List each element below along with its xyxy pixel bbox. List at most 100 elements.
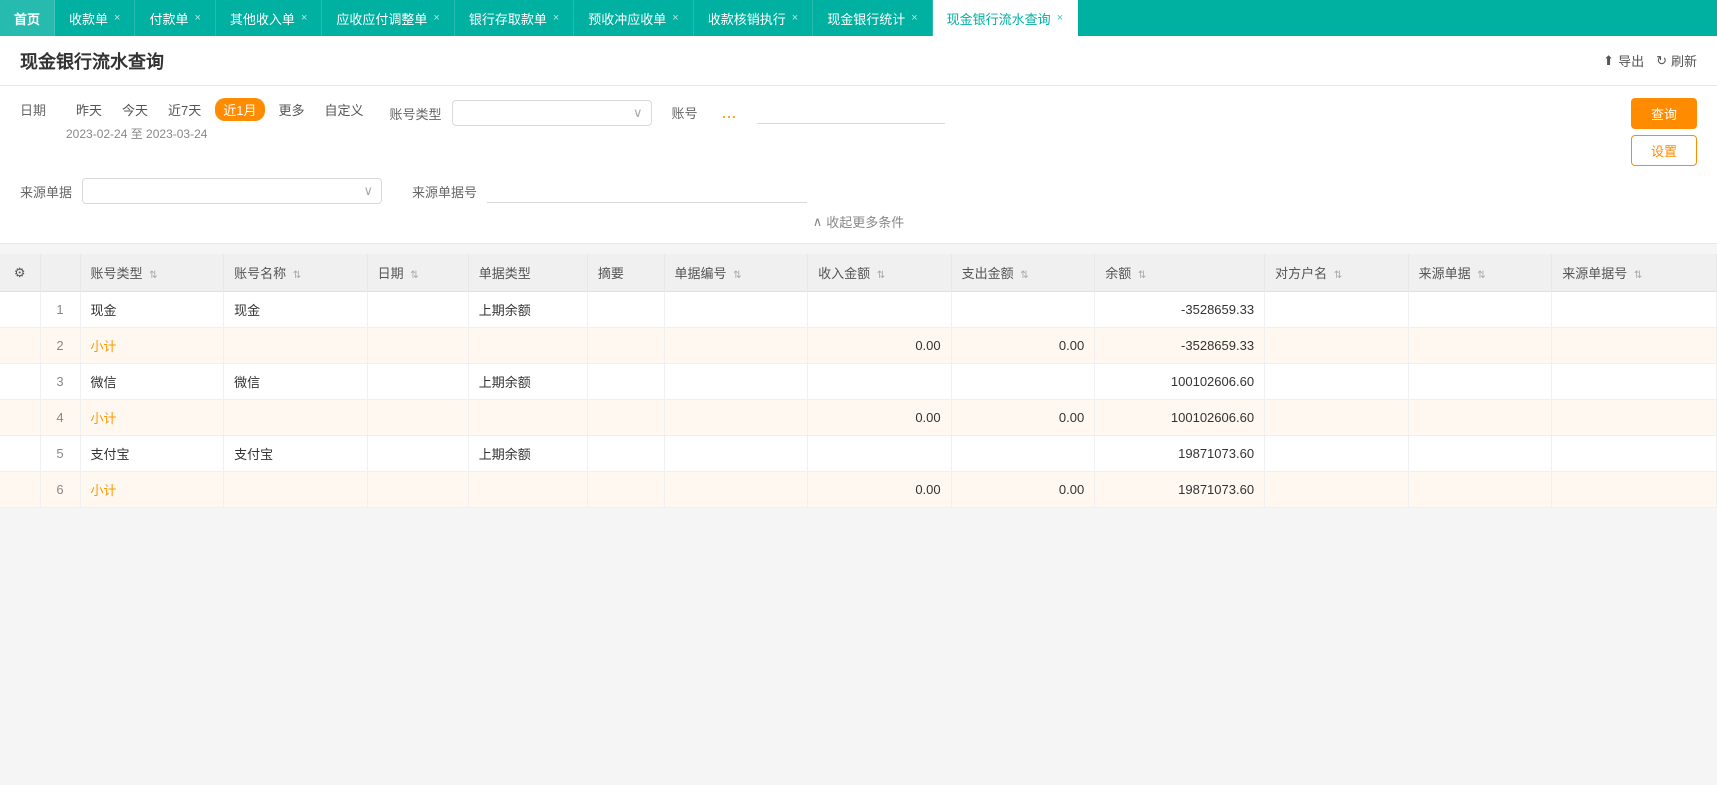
table-header-row: ⚙ 账号类型 ⇅ 账号名称 ⇅ 日期 ⇅ 单据类型 [0,254,1717,292]
nav-item-home[interactable]: 首页 [0,0,55,36]
nav-cash-flow-label: 现金银行流水查询 [947,9,1051,28]
nav-bank-deposit-close[interactable]: × [553,12,559,24]
gear-icon: ⚙ [14,265,26,280]
account-type-label: 账号类型 [390,104,442,123]
nav-other-income-close[interactable]: × [301,12,307,24]
sort-icon-counterpart: ⇅ [1334,270,1342,281]
nav-bank-deposit-label: 银行存取款单 [469,9,547,28]
refresh-label: 刷新 [1671,51,1697,70]
nav-item-prepay-offset[interactable]: 预收冲应收单 × [574,0,693,36]
account-type-chevron: ∨ [633,105,643,121]
source-doc-label: 来源单据 [20,182,72,201]
account-filter: 账号 ... [672,100,945,124]
account-type-select[interactable]: ∨ [452,100,652,126]
nav-receipt-close[interactable]: × [114,12,120,24]
refresh-icon: ↻ [1656,53,1667,69]
export-label: 导出 [1618,51,1644,70]
query-button[interactable]: 查询 [1631,98,1697,129]
header-actions: ⬆ 导出 ↻ 刷新 [1603,51,1697,70]
th-gear[interactable]: ⚙ [0,254,40,292]
data-table: ⚙ 账号类型 ⇅ 账号名称 ⇅ 日期 ⇅ 单据类型 [0,254,1717,508]
page-header: 现金银行流水查询 ⬆ 导出 ↻ 刷新 [0,36,1717,86]
table-row[interactable]: 3微信微信上期余额100102606.60 [0,364,1717,400]
nav-receipt-label: 收款单 [69,9,108,28]
sort-icon-source-doc: ⇅ [1477,270,1485,281]
nav-ar-ap-label: 应收应付调整单 [336,9,427,28]
refresh-button[interactable]: ↻ 刷新 [1656,51,1697,70]
th-source-doc[interactable]: 来源单据 ⇅ [1408,254,1552,292]
date-label: 日期 [20,100,60,119]
nav-cash-flow-close[interactable]: × [1057,12,1063,24]
nav-cash-stat-close[interactable]: × [911,12,917,24]
date-opt-custom[interactable]: 自定义 [319,98,370,121]
settings-button[interactable]: 设置 [1631,135,1697,166]
table-row[interactable]: 2小计0.000.00-3528659.33 [0,328,1717,364]
nav-prepay-label: 预收冲应收单 [588,9,666,28]
nav-item-other-income[interactable]: 其他收入单 × [216,0,322,36]
sort-icon-source-doc-no: ⇅ [1634,270,1642,281]
nav-item-receipt[interactable]: 收款单 × [55,0,135,36]
source-doc-select[interactable]: ∨ [82,178,382,204]
source-doc-chevron: ∨ [364,183,374,199]
nav-item-cash-bank-stat[interactable]: 现金银行统计 × [813,0,932,36]
page-title: 现金银行流水查询 [20,48,164,74]
source-doc-no-label: 来源单据号 [412,182,477,201]
sort-icon-expense: ⇅ [1020,270,1028,281]
table-row[interactable]: 1现金现金上期余额-3528659.33 [0,292,1717,328]
th-date[interactable]: 日期 ⇅ [367,254,468,292]
account-label: 账号 [672,103,712,122]
date-opt-more[interactable]: 更多 [273,98,311,121]
nav-cash-stat-label: 现金银行统计 [827,9,905,28]
nav-payment-label: 付款单 [149,9,188,28]
account-input[interactable] [757,100,945,124]
sort-icon-account-type: ⇅ [149,270,157,281]
sort-icon-balance: ⇅ [1138,270,1146,281]
th-expense[interactable]: 支出金额 ⇅ [951,254,1095,292]
nav-item-payment[interactable]: 付款单 × [135,0,215,36]
th-income[interactable]: 收入金额 ⇅ [808,254,952,292]
date-opt-1month[interactable]: 近1月 [215,98,264,121]
source-doc-filter: 来源单据 ∨ [20,178,382,204]
th-account-type[interactable]: 账号类型 ⇅ [80,254,224,292]
th-doc-type: 单据类型 [468,254,587,292]
source-doc-no-filter: 来源单据号 [412,179,807,203]
export-button[interactable]: ⬆ 导出 [1603,51,1644,70]
th-balance[interactable]: 余额 ⇅ [1095,254,1265,292]
sort-icon-account-name: ⇅ [293,270,301,281]
nav-item-ar-ap-adjust[interactable]: 应收应付调整单 × [322,0,454,36]
nav-other-income-label: 其他收入单 [230,9,295,28]
date-opt-7days[interactable]: 近7天 [162,98,207,121]
top-nav: 首页 收款单 × 付款单 × 其他收入单 × 应收应付调整单 × 银行存取款单 … [0,0,1717,36]
collapse-button[interactable]: ∧ 收起更多条件 [813,212,905,231]
nav-item-bank-deposit[interactable]: 银行存取款单 × [455,0,574,36]
th-doc-no[interactable]: 单据编号 ⇅ [664,254,808,292]
th-summary: 摘要 [587,254,664,292]
collapse-label: 收起更多条件 [826,212,904,231]
sort-icon-doc-no: ⇅ [733,270,741,281]
collapse-row: ∧ 收起更多条件 [20,212,1697,231]
date-opt-yesterday[interactable]: 昨天 [70,98,108,121]
table-row[interactable]: 5支付宝支付宝上期余额19871073.60 [0,436,1717,472]
date-opt-today[interactable]: 今天 [116,98,154,121]
nav-item-receipt-verify[interactable]: 收款核销执行 × [694,0,813,36]
filter-area: 日期 昨天 今天 近7天 近1月 更多 自定义 2023-02-24 至 202… [0,86,1717,244]
date-range-display: 2023-02-24 至 2023-03-24 [66,127,207,141]
account-dots[interactable]: ... [722,102,737,123]
table-container: ⚙ 账号类型 ⇅ 账号名称 ⇅ 日期 ⇅ 单据类型 [0,254,1717,508]
account-type-filter: 账号类型 ∨ [390,100,652,126]
nav-item-cash-bank-flow[interactable]: 现金银行流水查询 × [933,0,1078,36]
export-icon: ⬆ [1603,53,1614,69]
nav-receipt-verify-close[interactable]: × [792,12,798,24]
nav-payment-close[interactable]: × [194,12,200,24]
nav-prepay-close[interactable]: × [672,12,678,24]
th-counterpart[interactable]: 对方户名 ⇅ [1265,254,1409,292]
sort-icon-income: ⇅ [877,270,885,281]
table-row[interactable]: 6小计0.000.0019871073.60 [0,472,1717,508]
source-doc-no-input[interactable] [487,179,807,203]
th-source-doc-no[interactable]: 来源单据号 ⇅ [1552,254,1717,292]
sort-icon-date: ⇅ [410,270,418,281]
table-row[interactable]: 4小计0.000.00100102606.60 [0,400,1717,436]
date-filter-row: 日期 昨天 今天 近7天 近1月 更多 自定义 [20,98,370,121]
th-account-name[interactable]: 账号名称 ⇅ [224,254,368,292]
nav-ar-ap-close[interactable]: × [433,12,439,24]
